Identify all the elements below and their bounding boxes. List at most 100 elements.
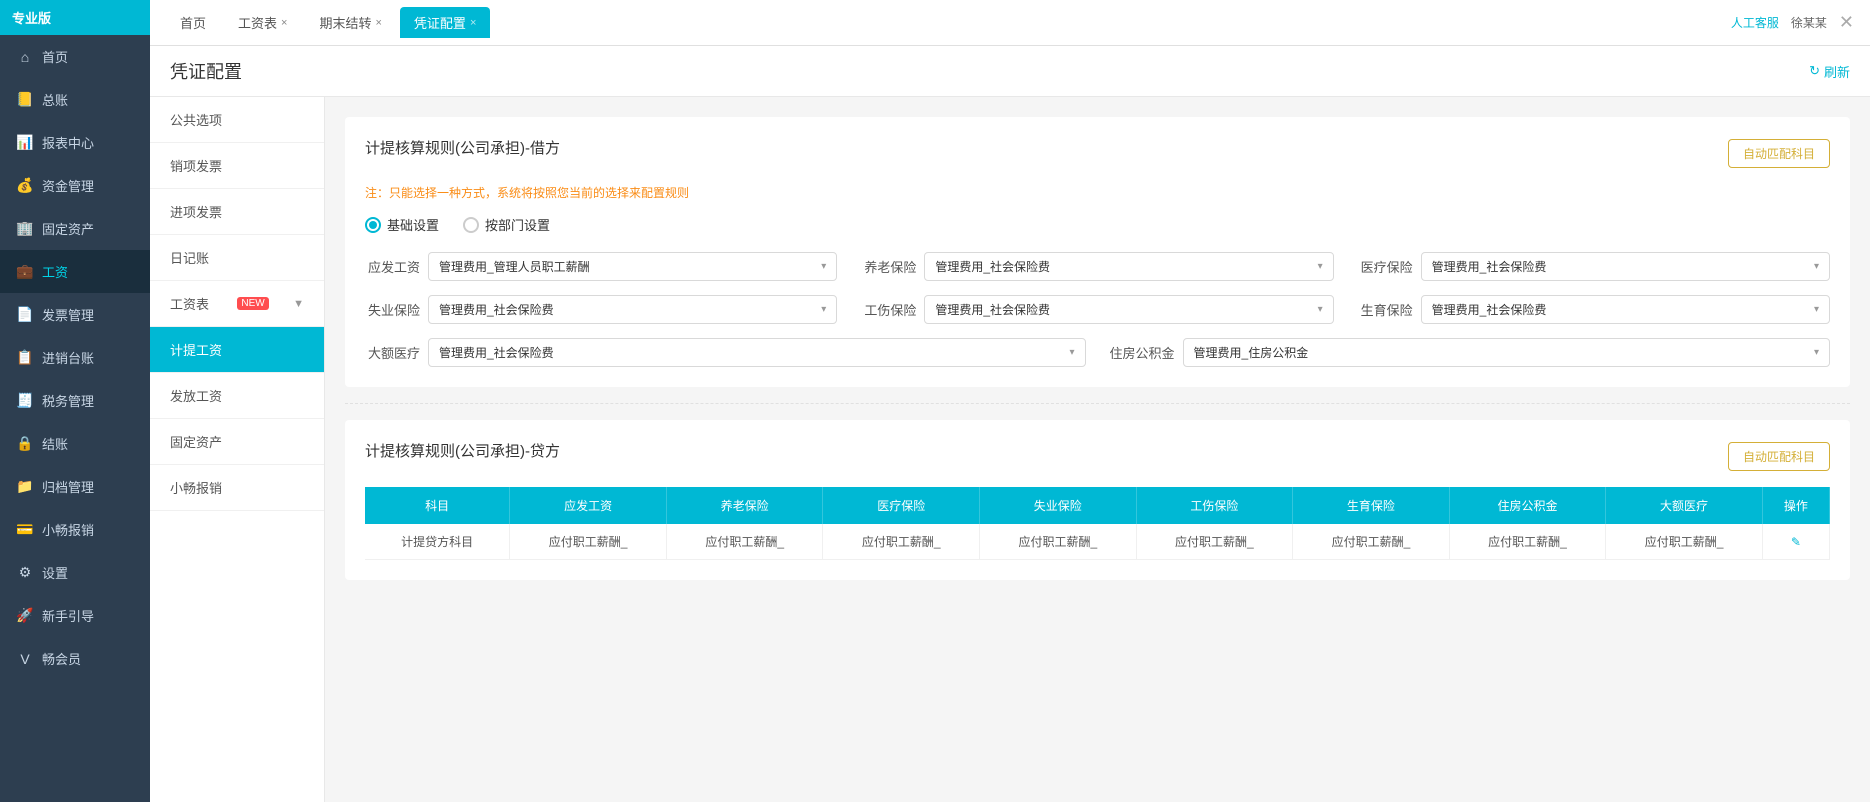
assets-icon: 🏢 <box>16 220 34 237</box>
form-field-0-1: 养老保险 管理费用_社会保险费 ▾ <box>861 252 1333 281</box>
refresh-icon: ↻ <box>1809 63 1820 79</box>
form-select-1-1[interactable]: 管理费用_社会保险费 ▾ <box>924 295 1333 324</box>
left-nav-petty_expense[interactable]: 小畅报销 <box>150 465 324 511</box>
refresh-button[interactable]: ↻ 刷新 <box>1809 62 1850 81</box>
table-cell-0-3: 应付职工薪酬_ <box>823 524 980 560</box>
tab-voucher_config[interactable]: 凭证配置 × <box>400 7 490 38</box>
left-nav-fixed_assets[interactable]: 固定资产 <box>150 419 324 465</box>
sidebar-item-close[interactable]: 🔒结账 <box>0 422 150 465</box>
left-nav-public_options[interactable]: 公共选项 <box>150 97 324 143</box>
sidebar-item-funds[interactable]: 💰资金管理 <box>0 164 150 207</box>
sidebar-item-guide[interactable]: 🚀新手引导 <box>0 594 150 637</box>
sidebar-item-invoice[interactable]: 📄 发票管理 <box>0 293 150 336</box>
sidebar-label-invoice: 发票管理 <box>42 305 94 324</box>
user-service[interactable]: 人工客服 <box>1731 14 1779 31</box>
sidebar-item-settings[interactable]: ⚙设置 <box>0 551 150 594</box>
sidebar-item-tax[interactable]: 🧾税务管理 <box>0 379 150 422</box>
table-cell-0-0: 计提贷方科目 <box>365 524 510 560</box>
form-select-value-1-1: 管理费用_社会保险费 <box>935 301 1050 318</box>
form-row-0: 应发工资 管理费用_管理人员职工薪酬 ▾ 养老保险 管理费用_社会保险费 ▾ 医… <box>365 252 1830 281</box>
form-field-1-2: 生育保险 管理费用_社会保险费 ▾ <box>1358 295 1830 324</box>
content-area: 公共选项销项发票进项发票日记账工资表NEW▼ 计提工资发放工资固定资产小畅报销 计… <box>150 97 1870 802</box>
tab-close-period_close[interactable]: × <box>375 17 381 29</box>
sidebar-label-salary: 工资 <box>42 262 68 281</box>
tab-payroll[interactable]: 工资表 × <box>224 7 301 38</box>
section-credit: 计提核算规则(公司承担)-贷方 自动匹配科目 科目应发工资养老保险医疗保险失业保… <box>345 420 1850 580</box>
left-nav-label-fixed_assets: 固定资产 <box>170 432 222 451</box>
form-label-0-2: 医疗保险 <box>1358 257 1413 276</box>
tab-close-voucher_config[interactable]: × <box>470 17 476 29</box>
form-field-2-0: 大额医疗 管理费用_社会保险费 ▾ <box>365 338 1086 367</box>
arrow-icon: ▼ <box>293 298 304 310</box>
form-field-0-2: 医疗保险 管理费用_社会保险费 ▾ <box>1358 252 1830 281</box>
sales-icon: 📋 <box>16 349 34 366</box>
radio-basic[interactable]: 基础设置 <box>365 215 439 234</box>
left-nav-purchase_invoice[interactable]: 进项发票 <box>150 189 324 235</box>
global-close-icon[interactable]: ✕ <box>1839 12 1854 33</box>
tab-label-voucher_config: 凭证配置 <box>414 13 466 32</box>
tab-close-payroll[interactable]: × <box>281 17 287 29</box>
form-select-0-1[interactable]: 管理费用_社会保险费 ▾ <box>924 252 1333 281</box>
sidebar-label-funds: 资金管理 <box>42 176 94 195</box>
main-content: 首页工资表×期末结转×凭证配置× 人工客服 徐某某 ✕ 凭证配置 ↻ 刷新 公共… <box>150 0 1870 802</box>
main-panel: 计提核算规则(公司承担)-借方 自动匹配科目 注：只能选择一种方式，系统将按照您… <box>325 97 1870 802</box>
sidebar-item-expense[interactable]: 💳小畅报销 <box>0 508 150 551</box>
tax-icon: 🧾 <box>16 392 34 409</box>
sidebar-label-vip: 畅会员 <box>42 649 81 668</box>
sidebar-item-ledger[interactable]: 📒总账 <box>0 78 150 121</box>
table-cell-0-1: 应付职工薪酬_ <box>510 524 667 560</box>
auto-match-debit-button[interactable]: 自动匹配科目 <box>1728 139 1830 168</box>
sidebar-label-assets: 固定资产 <box>42 219 94 238</box>
form-select-0-2[interactable]: 管理费用_社会保险费 ▾ <box>1421 252 1830 281</box>
archive-icon: 📁 <box>16 478 34 495</box>
section1-header: 计提核算规则(公司承担)-借方 自动匹配科目 <box>365 137 1830 170</box>
form-row-2: 大额医疗 管理费用_社会保险费 ▾ 住房公积金 管理费用_住房公积金 ▾ <box>365 338 1830 367</box>
sidebar-item-archive[interactable]: 📁归档管理 <box>0 465 150 508</box>
divider <box>345 403 1850 404</box>
chevron-down-icon: ▾ <box>1318 304 1323 315</box>
left-nav-label-journal: 日记账 <box>170 248 209 267</box>
auto-match-credit-button[interactable]: 自动匹配科目 <box>1728 442 1830 471</box>
form-field-2-1: 住房公积金 管理费用_住房公积金 ▾ <box>1110 338 1831 367</box>
left-nav-distribute_salary[interactable]: 发放工资 <box>150 373 324 419</box>
form-select-value-0-0: 管理费用_管理人员职工薪酬 <box>439 258 590 275</box>
radio-group: 基础设置 按部门设置 <box>365 215 1830 234</box>
tab-label-payroll: 工资表 <box>238 13 277 32</box>
left-nav-label-accrual_salary: 计提工资 <box>170 340 222 359</box>
invoice-icon: 📄 <box>16 306 34 323</box>
form-label-1-1: 工伤保险 <box>861 300 916 319</box>
col-header-工伤保险: 工伤保险 <box>1136 487 1293 524</box>
form-select-2-0[interactable]: 管理费用_社会保险费 ▾ <box>428 338 1086 367</box>
tab-period_close[interactable]: 期末结转× <box>305 7 395 38</box>
expense-icon: 💳 <box>16 521 34 538</box>
radio-dept-label: 按部门设置 <box>485 215 550 234</box>
form-label-0-0: 应发工资 <box>365 257 420 276</box>
sidebar-item-assets[interactable]: 🏢 固定资产 <box>0 207 150 250</box>
left-nav-accrual_salary[interactable]: 计提工资 <box>150 327 324 373</box>
table-cell-0-9[interactable]: ✎ <box>1762 524 1829 560</box>
form-field-1-0: 失业保险 管理费用_社会保险费 ▾ <box>365 295 837 324</box>
left-nav-sales_invoice[interactable]: 销项发票 <box>150 143 324 189</box>
form-label-2-1: 住房公积金 <box>1110 343 1175 362</box>
sidebar-item-salary[interactable]: 💼工资 <box>0 250 150 293</box>
col-header-科目: 科目 <box>365 487 510 524</box>
chevron-down-icon: ▾ <box>1814 304 1819 315</box>
radio-dept[interactable]: 按部门设置 <box>463 215 550 234</box>
col-header-失业保险: 失业保险 <box>980 487 1137 524</box>
form-select-value-1-0: 管理费用_社会保险费 <box>439 301 554 318</box>
form-select-2-1[interactable]: 管理费用_住房公积金 ▾ <box>1183 338 1830 367</box>
table-cell-0-5: 应付职工薪酬_ <box>1136 524 1293 560</box>
form-select-0-0[interactable]: 管理费用_管理人员职工薪酬 ▾ <box>428 252 837 281</box>
close-icon: 🔒 <box>16 435 34 452</box>
form-select-1-0[interactable]: 管理费用_社会保险费 ▾ <box>428 295 837 324</box>
left-nav-payroll_table[interactable]: 工资表NEW▼ <box>150 281 324 327</box>
left-nav-label-public_options: 公共选项 <box>170 110 222 129</box>
sidebar-item-sales[interactable]: 📋进销台账 <box>0 336 150 379</box>
sidebar-item-vip[interactable]: V畅会员 <box>0 637 150 680</box>
sidebar-item-home[interactable]: ⌂首页 <box>0 35 150 78</box>
left-nav-journal[interactable]: 日记账 <box>150 235 324 281</box>
sidebar-item-reports[interactable]: 📊报表中心 <box>0 121 150 164</box>
tab-home[interactable]: 首页 <box>166 7 220 38</box>
sidebar-label-reports: 报表中心 <box>42 133 94 152</box>
form-select-1-2[interactable]: 管理费用_社会保险费 ▾ <box>1421 295 1830 324</box>
